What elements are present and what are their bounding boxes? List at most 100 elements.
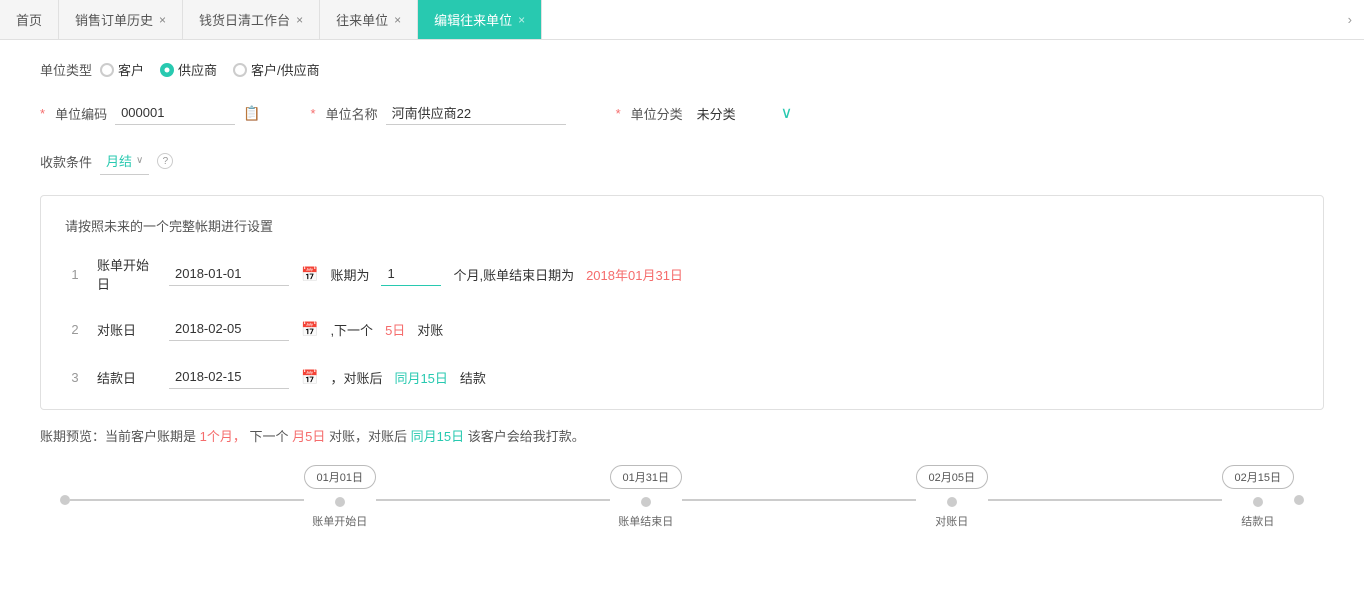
payment-terms-group: 收款条件 月结 ∨ ? [40,147,173,175]
unit-type-row: 单位类型 客户 供应商 客户/供应商 [40,60,1324,79]
start-date-input[interactable] [169,262,289,286]
timeline-point-1 [70,465,304,501]
period-box: 请按照未来的一个完整帐期进行设置 1 账单开始日 📅 账期为 个月,账单结束日期… [40,195,1324,410]
radio-circle-customer [100,63,114,77]
period-row-3: 3 结款日 📅 ，对账后 同月15日 结款 [65,365,1299,389]
chevron-down-payment: ∨ [136,155,143,166]
tl-caption-4: 结款日 [1241,513,1274,529]
payment-terms-row: 收款条件 月结 ∨ ? [40,147,1324,175]
tab-sales-history[interactable]: 销售订单历史 × [59,0,183,39]
tl-caption-3: 对账日 [935,513,968,529]
calendar-icon-1[interactable]: 📅 [301,266,318,283]
tl-line-4 [988,499,1222,501]
unit-category-select[interactable]: 未分类 ∨ [691,99,799,127]
settle-date-input[interactable] [169,365,289,389]
period-end-date: 2018年01月31日 [586,265,683,284]
tab-edit-partner[interactable]: 编辑往来单位 × [418,0,542,39]
radio-supplier-label: 供应商 [178,60,217,79]
preview-section: 账期预览：当前客户账期是 1个月， 下一个 月5日 对账，对账后 同月15日 该… [40,426,1324,445]
unit-code-input[interactable] [115,101,235,125]
payment-terms-value: 月结 [106,151,132,170]
row-num-2: 2 [65,322,85,337]
close-icon-cash[interactable]: × [296,13,303,27]
radio-circle-supplier [160,63,174,77]
main-content: 单位类型 客户 供应商 客户/供应商 * 单位编码 [0,40,1364,608]
unit-name-label: 单位名称 [326,104,378,123]
tl-line-2 [376,499,610,501]
period-row-1: 1 账单开始日 📅 账期为 个月,账单结束日期为 2018年01月31日 [65,255,1299,293]
period-unit: 个月,账单结束日期为 [453,265,574,284]
unit-name-input[interactable] [386,101,566,125]
tl-caption-2: 账单结束日 [618,513,673,529]
calendar-icon-3[interactable]: 📅 [301,369,318,386]
timeline-dot-start [60,495,70,505]
close-icon-edit-partner[interactable]: × [518,13,525,27]
tl-bubble-2: 01月31日 [610,465,682,489]
radio-group-unit-type: 客户 供应商 客户/供应商 [100,60,320,79]
preview-label: 账期预览：当前客户账期是 [40,429,196,444]
row-num-1: 1 [65,267,85,282]
payment-terms-select[interactable]: 月结 ∨ [100,147,149,175]
reconcile-highlight: 5日 [385,320,405,339]
required-star-code: * [40,106,45,121]
unit-category-label: 单位分类 [631,104,683,123]
tab-edit-partner-label: 编辑往来单位 [434,10,512,29]
reconcile-text1: ,下一个 [330,320,373,339]
radio-customer-label: 客户 [118,60,144,79]
tl-caption-1: 账单开始日 [312,513,367,529]
timeline-dot-end [1294,495,1304,505]
payment-terms-label: 收款条件 [40,152,92,171]
row-label-1: 账单开始日 [97,255,157,293]
preview-part3: 月5日 [292,429,325,444]
settle-text2: 结款 [460,368,486,387]
tab-expand-button[interactable]: › [1336,0,1364,39]
close-icon-partner[interactable]: × [394,13,401,27]
chevron-down-icon: ∨ [781,103,793,123]
tl-dot-2 [641,497,651,507]
timeline-end-dot [1294,495,1304,505]
tab-cash-work[interactable]: 钱货日清工作台 × [183,0,320,39]
unit-code-label: 单位编码 [55,104,107,123]
timeline-p3: 02月05日 对账日 [916,465,988,529]
tl-dot-1 [335,497,345,507]
unit-category-value: 未分类 [697,104,777,123]
tl-bubble-3: 02月05日 [916,465,988,489]
radio-customer[interactable]: 客户 [100,60,144,79]
unit-info-row: * 单位编码 📋 * 单位名称 * 单位分类 未分类 ∨ [40,99,1324,127]
calendar-icon-2[interactable]: 📅 [301,321,318,338]
row-num-3: 3 [65,370,85,385]
copy-icon[interactable]: 📋 [243,105,260,122]
radio-both[interactable]: 客户/供应商 [233,60,320,79]
preview-part4: 对账，对账后 [329,429,407,444]
required-star-cat: * [616,106,621,121]
radio-both-label: 客户/供应商 [251,60,320,79]
tab-home[interactable]: 首页 [0,0,59,39]
radio-supplier[interactable]: 供应商 [160,60,217,79]
tl-line-3 [682,499,916,501]
timeline-p4: 02月15日 结款日 [1222,465,1294,529]
unit-type-label: 单位类型 [40,60,92,79]
close-icon-sales[interactable]: × [159,13,166,27]
preview-part5: 同月15日 [411,429,464,444]
timeline-start-dot [60,495,70,505]
settle-text1: ，对账后 [330,368,382,387]
tl-bubble-4: 02月15日 [1222,465,1294,489]
tab-bar: 首页 销售订单历史 × 钱货日清工作台 × 往来单位 × 编辑往来单位 × › [0,0,1364,40]
reconcile-date-input[interactable] [169,317,289,341]
row-label-2: 对账日 [97,320,157,339]
tab-home-label: 首页 [16,10,42,29]
tl-bubble-1: 01月01日 [304,465,376,489]
unit-category-group: * 单位分类 未分类 ∨ [616,99,799,127]
unit-type-group: 单位类型 客户 供应商 客户/供应商 [40,60,320,79]
period-row-2: 2 对账日 📅 ,下一个 5日 对账 [65,317,1299,341]
tl-dot-3 [947,497,957,507]
preview-part1: 1个月， [200,429,246,444]
required-star-name: * [311,106,316,121]
tab-partner-label: 往来单位 [336,10,388,29]
tab-sales-history-label: 销售订单历史 [75,10,153,29]
unit-name-group: * 单位名称 [311,101,566,125]
help-icon[interactable]: ? [157,153,173,169]
tab-cash-work-label: 钱货日清工作台 [199,10,290,29]
tab-partner[interactable]: 往来单位 × [320,0,418,39]
period-value-input[interactable] [381,262,441,286]
